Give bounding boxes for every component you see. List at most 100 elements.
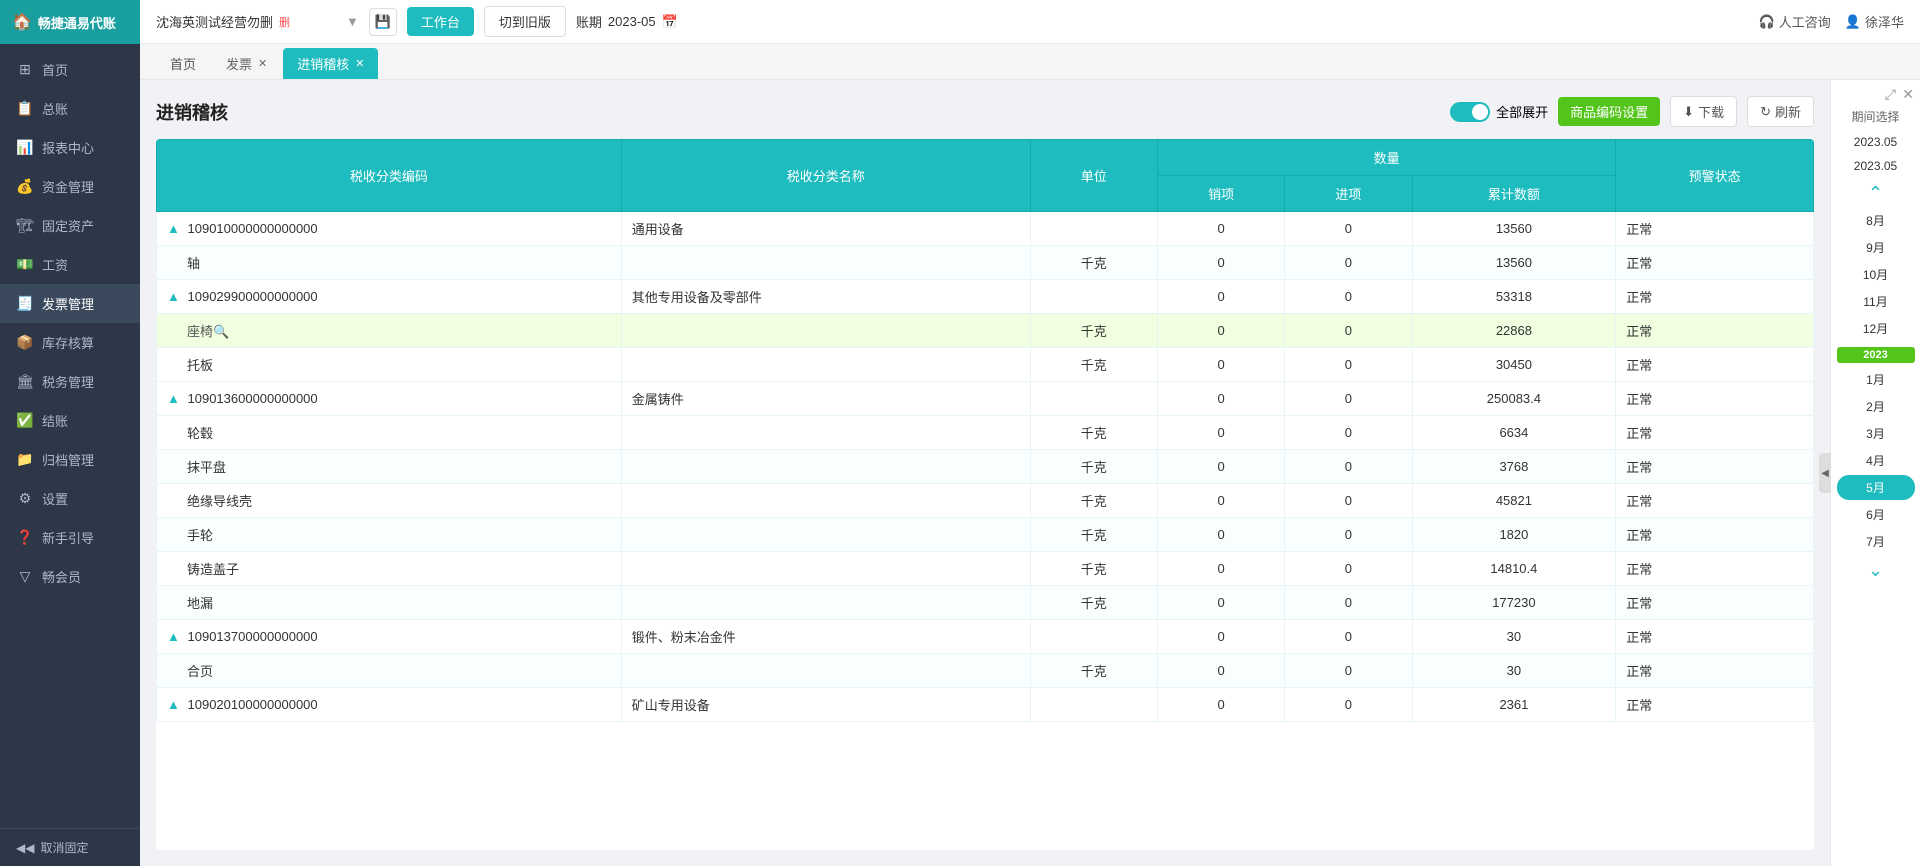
collapse-icon[interactable]: ▲ [167, 629, 180, 644]
user-profile[interactable]: 👤 徐泽华 [1845, 12, 1904, 31]
company-dropdown-icon[interactable]: ▼ [346, 14, 359, 29]
period-item-0[interactable]: 2023.05 [1837, 131, 1915, 153]
table-cell-status: 正常 [1616, 654, 1814, 688]
period-item-1[interactable]: 2023.05 [1837, 155, 1915, 177]
th-tax-name: 税收分类名称 [621, 140, 1030, 212]
sidebar-item-inventory[interactable]: 📦 库存核算 [0, 323, 140, 362]
table-cell-cumulative: 13560 [1412, 246, 1616, 280]
month-8[interactable]: 8月 [1837, 208, 1915, 233]
archive-icon: 📁 [16, 451, 34, 468]
table-cell-unit [1030, 688, 1157, 722]
sidebar-item-settle[interactable]: ✅ 结账 [0, 401, 140, 440]
month-4[interactable]: 4月 [1837, 448, 1915, 473]
zoom-icon[interactable]: 🔍 [213, 324, 229, 339]
sidebar-unpin-button[interactable]: ◀◀ 取消固定 [0, 828, 140, 866]
table-cell-unit: 千克 [1030, 314, 1157, 348]
table-cell-purchase: 0 [1285, 654, 1412, 688]
table-cell-unit: 千克 [1030, 348, 1157, 382]
collapse-icon[interactable]: ▲ [167, 391, 180, 406]
company-delete-label[interactable]: 删 [279, 14, 290, 30]
month-5[interactable]: 5月 [1837, 475, 1915, 500]
toggle-track[interactable] [1450, 102, 1490, 122]
sidebar-item-tax[interactable]: 🏛 税务管理 [0, 362, 140, 401]
save-icon: 💾 [375, 14, 391, 30]
sidebar-item-label: 新手引导 [42, 528, 94, 547]
calendar-icon[interactable]: 📅 [662, 14, 678, 30]
product-code-button[interactable]: 商品编码设置 [1558, 97, 1660, 126]
month-10[interactable]: 10月 [1837, 262, 1915, 287]
tab-reconcile-close-icon[interactable]: ✕ [355, 57, 364, 70]
table-cell-purchase: 0 [1285, 382, 1412, 416]
sidebar-item-fixed-assets[interactable]: 🏗 固定资产 [0, 206, 140, 245]
ledger-icon: 📋 [16, 100, 34, 117]
table-cell-sales: 0 [1157, 688, 1284, 722]
table-cell-sales: 0 [1157, 416, 1284, 450]
month-3[interactable]: 3月 [1837, 421, 1915, 446]
save-icon-button[interactable]: 💾 [369, 8, 397, 36]
collapse-icon[interactable]: ▲ [167, 697, 180, 712]
support-button[interactable]: 🎧 人工咨询 [1759, 12, 1831, 31]
table-cell-name [621, 246, 1030, 280]
workbench-button[interactable]: 工作台 [407, 7, 474, 36]
panel-toggle-button[interactable]: ◀ [1819, 453, 1831, 493]
table-cell-code: 轴 [157, 246, 622, 280]
sidebar-item-home[interactable]: ⊞ 首页 [0, 50, 140, 89]
main-area: 沈海英测试经营勿删 删 ▼ 💾 工作台 切到旧版 账期 2023-05 📅 🎧 … [140, 0, 1920, 866]
table-cell-unit: 千克 [1030, 450, 1157, 484]
panel-close-button[interactable]: ✕ [1902, 86, 1914, 103]
scroll-up-icon[interactable]: ⌃ [1868, 183, 1883, 204]
tab-invoice-close-icon[interactable]: ✕ [258, 57, 267, 70]
sidebar-nav: ⊞ 首页 📋 总账 📊 报表中心 💰 资金管理 🏗 固定资产 💵 工资 🧾 发票… [0, 44, 140, 828]
panel-expand-button[interactable]: ⤢ [1885, 86, 1896, 103]
th-cumulative: 累计数额 [1412, 176, 1616, 212]
support-label: 人工咨询 [1779, 12, 1831, 31]
table-cell-code: 绝缘导线壳 [157, 484, 622, 518]
collapse-icon[interactable]: ▲ [167, 221, 180, 236]
scroll-down-icon[interactable]: ⌄ [1868, 560, 1883, 581]
data-table-wrapper: 税收分类编码 税收分类名称 单位 数量 预警状态 销项 进项 累计数额 [156, 139, 1814, 850]
table-cell-status: 正常 [1616, 688, 1814, 722]
sidebar-item-ledger[interactable]: 📋 总账 [0, 89, 140, 128]
table-cell-purchase: 0 [1285, 518, 1412, 552]
table-cell-sales: 0 [1157, 518, 1284, 552]
sidebar-item-invoice[interactable]: 🧾 发票管理 [0, 284, 140, 323]
sidebar-item-archive[interactable]: 📁 归档管理 [0, 440, 140, 479]
table-cell-name [621, 416, 1030, 450]
sidebar-item-member[interactable]: ▽ 畅会员 [0, 557, 140, 596]
month-9[interactable]: 9月 [1837, 235, 1915, 260]
sidebar-item-reports[interactable]: 📊 报表中心 [0, 128, 140, 167]
expand-toggle[interactable]: 全部展开 [1450, 102, 1548, 122]
month-6[interactable]: 6月 [1837, 502, 1915, 527]
sidebar-item-funds[interactable]: 💰 资金管理 [0, 167, 140, 206]
tab-invoice[interactable]: 发票 ✕ [212, 48, 281, 79]
table-cell-status: 正常 [1616, 586, 1814, 620]
month-12[interactable]: 12月 [1837, 316, 1915, 341]
sidebar-item-guide[interactable]: ❓ 新手引导 [0, 518, 140, 557]
download-button[interactable]: ⬇ 下载 [1670, 96, 1737, 127]
header-actions: 全部展开 商品编码设置 ⬇ 下载 ↻ 刷新 [1450, 96, 1814, 127]
table-cell-unit [1030, 382, 1157, 416]
table-cell-cumulative: 6634 [1412, 416, 1616, 450]
company-selector[interactable]: 沈海英测试经营勿删 删 [156, 12, 336, 31]
month-2[interactable]: 2月 [1837, 394, 1915, 419]
collapse-icon[interactable]: ▲ [167, 289, 180, 304]
member-icon: ▽ [16, 568, 34, 585]
sidebar-item-label: 资金管理 [42, 177, 94, 196]
table-cell-status: 正常 [1616, 416, 1814, 450]
table-cell-code: 抹平盘 [157, 450, 622, 484]
period-value: 2023-05 [608, 14, 656, 29]
sidebar-item-settings[interactable]: ⚙ 设置 [0, 479, 140, 518]
table-cell-sales: 0 [1157, 484, 1284, 518]
table-cell-cumulative: 22868 [1412, 314, 1616, 348]
tab-home-label: 首页 [170, 54, 196, 73]
table-cell-code: 地漏 [157, 586, 622, 620]
month-1[interactable]: 1月 [1837, 367, 1915, 392]
sidebar-item-payroll[interactable]: 💵 工资 [0, 245, 140, 284]
tab-home[interactable]: 首页 [156, 48, 210, 79]
month-7[interactable]: 7月 [1837, 529, 1915, 554]
refresh-button[interactable]: ↻ 刷新 [1747, 96, 1814, 127]
tab-reconcile[interactable]: 进销稽核 ✕ [283, 48, 378, 79]
table-cell-purchase: 0 [1285, 246, 1412, 280]
switch-old-button[interactable]: 切到旧版 [484, 6, 566, 37]
month-11[interactable]: 11月 [1837, 289, 1915, 314]
